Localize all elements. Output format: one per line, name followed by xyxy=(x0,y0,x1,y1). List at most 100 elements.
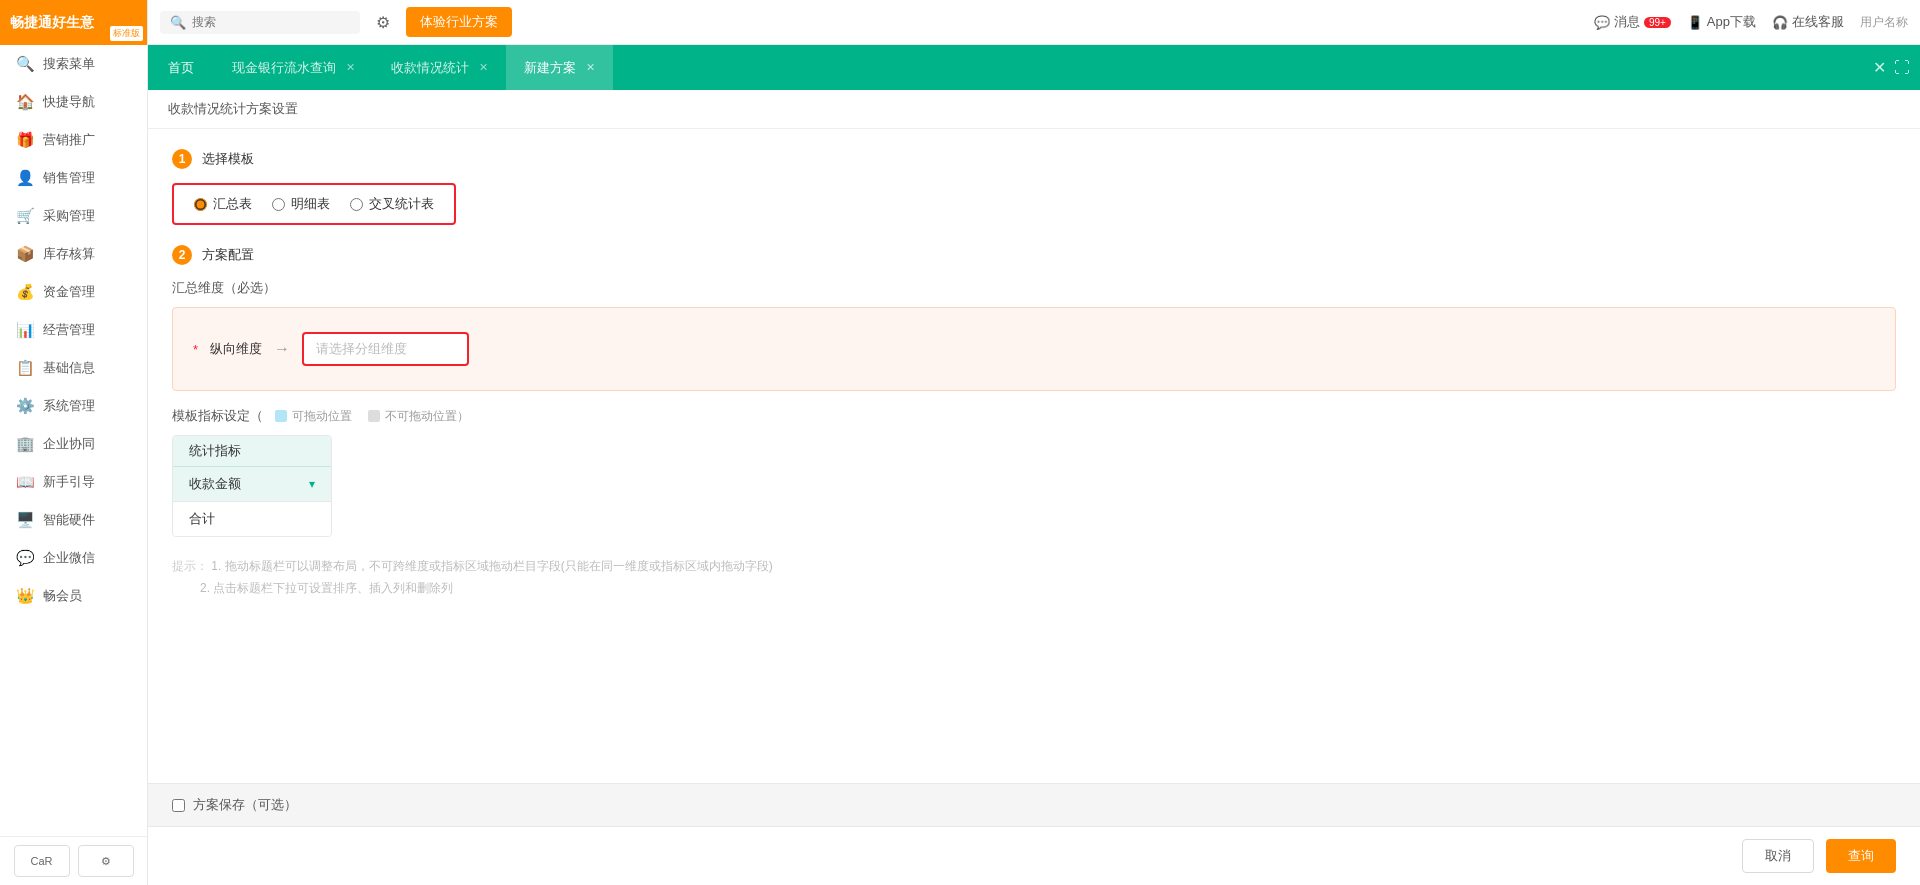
radio-cross[interactable]: 交叉统计表 xyxy=(350,195,434,213)
service-icon: 🎧 xyxy=(1772,15,1788,30)
search-icon: 🔍 xyxy=(170,15,186,30)
tab-collection-stats-label: 收款情况统计 xyxy=(391,59,469,77)
dim-asterisk: * xyxy=(193,342,198,357)
sidebar-item-inventory[interactable]: 📦 库存核算 xyxy=(0,235,147,273)
dim-select-box[interactable]: 请选择分组维度 xyxy=(302,332,469,366)
sidebar-item-enterprise[interactable]: 🏢 企业协同 xyxy=(0,425,147,463)
box-icon: 📦 xyxy=(16,245,35,263)
sidebar-item-label: 经营管理 xyxy=(43,321,95,339)
sidebar-item-label: 智能硬件 xyxy=(43,511,95,529)
tips-line1: 1. 拖动标题栏可以调整布局，不可跨维度或指标区域拖动栏目字段(只能在同一维度或… xyxy=(211,559,772,573)
sidebar-item-smart-hardware[interactable]: 🖥️ 智能硬件 xyxy=(0,501,147,539)
service-label: 在线客服 xyxy=(1792,13,1844,31)
dim-vertical-label: 纵向维度 xyxy=(210,340,262,358)
dimension-label: 汇总维度（必选） xyxy=(172,279,1896,297)
step1-header: 1 选择模板 xyxy=(172,149,1896,169)
sidebar-item-finance[interactable]: 💰 资金管理 xyxy=(0,273,147,311)
chevron-down-icon[interactable]: ▾ xyxy=(309,477,315,491)
sidebar: 畅捷通好生意 标准版 🔍 搜索菜单 🏠 快捷导航 🎁 营销推广 👤 销售管理 🛒… xyxy=(0,0,148,885)
tab-new-plan-label: 新建方案 xyxy=(524,59,576,77)
indicator-table: 统计指标 收款金额 ▾ 合计 xyxy=(172,435,332,537)
sidebar-item-label: 采购管理 xyxy=(43,207,95,225)
tab-new-plan-close-icon[interactable]: ✕ xyxy=(586,61,595,74)
indicator-legend: 可拖动位置 不可拖动位置） xyxy=(275,408,469,425)
tab-collection-stats[interactable]: 收款情况统计 ✕ xyxy=(373,45,506,90)
sidebar-item-label: 营销推广 xyxy=(43,131,95,149)
message-badge: 99+ xyxy=(1644,17,1671,28)
sidebar-item-label: 资金管理 xyxy=(43,283,95,301)
step2-title: 方案配置 xyxy=(202,246,254,264)
save-checkbox[interactable] xyxy=(172,799,185,812)
search-menu-icon: 🔍 xyxy=(16,55,35,73)
sidebar-item-system[interactable]: ⚙️ 系统管理 xyxy=(0,387,147,425)
gift-icon: 🎁 xyxy=(16,131,35,149)
tab-home[interactable]: 首页 xyxy=(148,45,214,90)
sidebar-item-purchase[interactable]: 🛒 采购管理 xyxy=(0,197,147,235)
indicator-subtotal: 合计 xyxy=(173,501,331,536)
chart-icon: 📊 xyxy=(16,321,35,339)
sidebar-item-member[interactable]: 👑 畅会员 xyxy=(0,577,147,615)
search-input[interactable] xyxy=(192,15,332,29)
search-box[interactable]: 🔍 xyxy=(160,11,360,34)
topbar-right: 💬 消息 99+ 📱 App下载 🎧 在线客服 用户名称 xyxy=(1594,13,1908,31)
save-label: 方案保存（可选） xyxy=(193,796,297,814)
radio-summary-label: 汇总表 xyxy=(213,195,252,213)
user-icon: 👤 xyxy=(16,169,35,187)
maximize-icon[interactable]: ⛶ xyxy=(1894,59,1910,77)
message-icon: 💬 xyxy=(1594,15,1610,30)
sidebar-item-quick-nav[interactable]: 🏠 快捷导航 xyxy=(0,83,147,121)
close-window-icon[interactable]: ✕ xyxy=(1873,58,1886,77)
sidebar-bottom-btn-2[interactable]: ⚙ xyxy=(78,845,134,877)
step2-header: 2 方案配置 xyxy=(172,245,1896,265)
sidebar-item-basic-info[interactable]: 📋 基础信息 xyxy=(0,349,147,387)
tab-cash-flow[interactable]: 现金银行流水查询 ✕ xyxy=(214,45,373,90)
sidebar-bottom-btn-2-icon: ⚙ xyxy=(101,855,111,868)
step1-section: 1 选择模板 汇总表 明细表 交叉统计表 xyxy=(172,149,1896,225)
sidebar-item-marketing[interactable]: 🎁 营销推广 xyxy=(0,121,147,159)
message-button[interactable]: 💬 消息 99+ xyxy=(1594,13,1671,31)
sidebar-item-search-menu[interactable]: 🔍 搜索菜单 xyxy=(0,45,147,83)
radio-detail[interactable]: 明细表 xyxy=(272,195,330,213)
step2-section: 2 方案配置 汇总维度（必选） * 纵向维度 → 请选择分组维度 xyxy=(172,245,1896,599)
sidebar-item-label: 企业协同 xyxy=(43,435,95,453)
logo-badge: 标准版 xyxy=(110,26,143,41)
tips-line2: 2. 点击标题栏下拉可设置排序、插入列和删除列 xyxy=(200,581,453,595)
indicator-cell-1[interactable]: 收款金额 ▾ xyxy=(173,467,331,501)
home-icon: 🏠 xyxy=(16,93,35,111)
radio-summary[interactable]: 汇总表 xyxy=(194,195,252,213)
tab-collection-stats-close-icon[interactable]: ✕ xyxy=(479,61,488,74)
radio-cross-input[interactable] xyxy=(350,198,363,211)
sidebar-item-wechat[interactable]: 💬 企业微信 xyxy=(0,539,147,577)
industry-plan-button[interactable]: 体验行业方案 xyxy=(406,7,512,37)
tab-new-plan[interactable]: 新建方案 ✕ xyxy=(506,45,613,90)
sidebar-item-sales[interactable]: 👤 销售管理 xyxy=(0,159,147,197)
sidebar-logo: 畅捷通好生意 标准版 xyxy=(0,0,147,45)
sidebar-item-operation[interactable]: 📊 经营管理 xyxy=(0,311,147,349)
cancel-button[interactable]: 取消 xyxy=(1742,839,1814,873)
gear-settings-icon[interactable]: ⚙ xyxy=(376,13,390,32)
sidebar-item-label: 系统管理 xyxy=(43,397,95,415)
sidebar-item-guide[interactable]: 📖 新手引导 xyxy=(0,463,147,501)
page-header: 收款情况统计方案设置 xyxy=(148,90,1920,129)
online-service-button[interactable]: 🎧 在线客服 xyxy=(1772,13,1844,31)
query-button[interactable]: 查询 xyxy=(1826,839,1896,873)
cart-icon: 🛒 xyxy=(16,207,35,225)
radio-detail-input[interactable] xyxy=(272,198,285,211)
monitor-icon: 🖥️ xyxy=(16,511,35,529)
sidebar-item-label: 搜索菜单 xyxy=(43,55,95,73)
app-download-label: App下载 xyxy=(1707,13,1756,31)
radio-summary-input[interactable] xyxy=(194,198,207,211)
step2-num: 2 xyxy=(172,245,192,265)
legend-draggable: 可拖动位置 xyxy=(275,408,352,425)
tab-cash-flow-close-icon[interactable]: ✕ xyxy=(346,61,355,74)
sidebar-bottom: CaR ⚙ xyxy=(0,836,147,885)
dim-row: * 纵向维度 → 请选择分组维度 xyxy=(193,332,469,366)
tips-label: 提示： xyxy=(172,559,208,573)
bottom-bar: 取消 查询 xyxy=(148,826,1920,885)
app-download-button[interactable]: 📱 App下载 xyxy=(1687,13,1756,31)
sidebar-bottom-btn-1[interactable]: CaR xyxy=(14,845,70,877)
step1-title: 选择模板 xyxy=(202,150,254,168)
sidebar-item-label: 库存核算 xyxy=(43,245,95,263)
indicator-cell-1-label: 收款金额 xyxy=(189,475,241,493)
username-display: 用户名称 xyxy=(1860,14,1908,31)
